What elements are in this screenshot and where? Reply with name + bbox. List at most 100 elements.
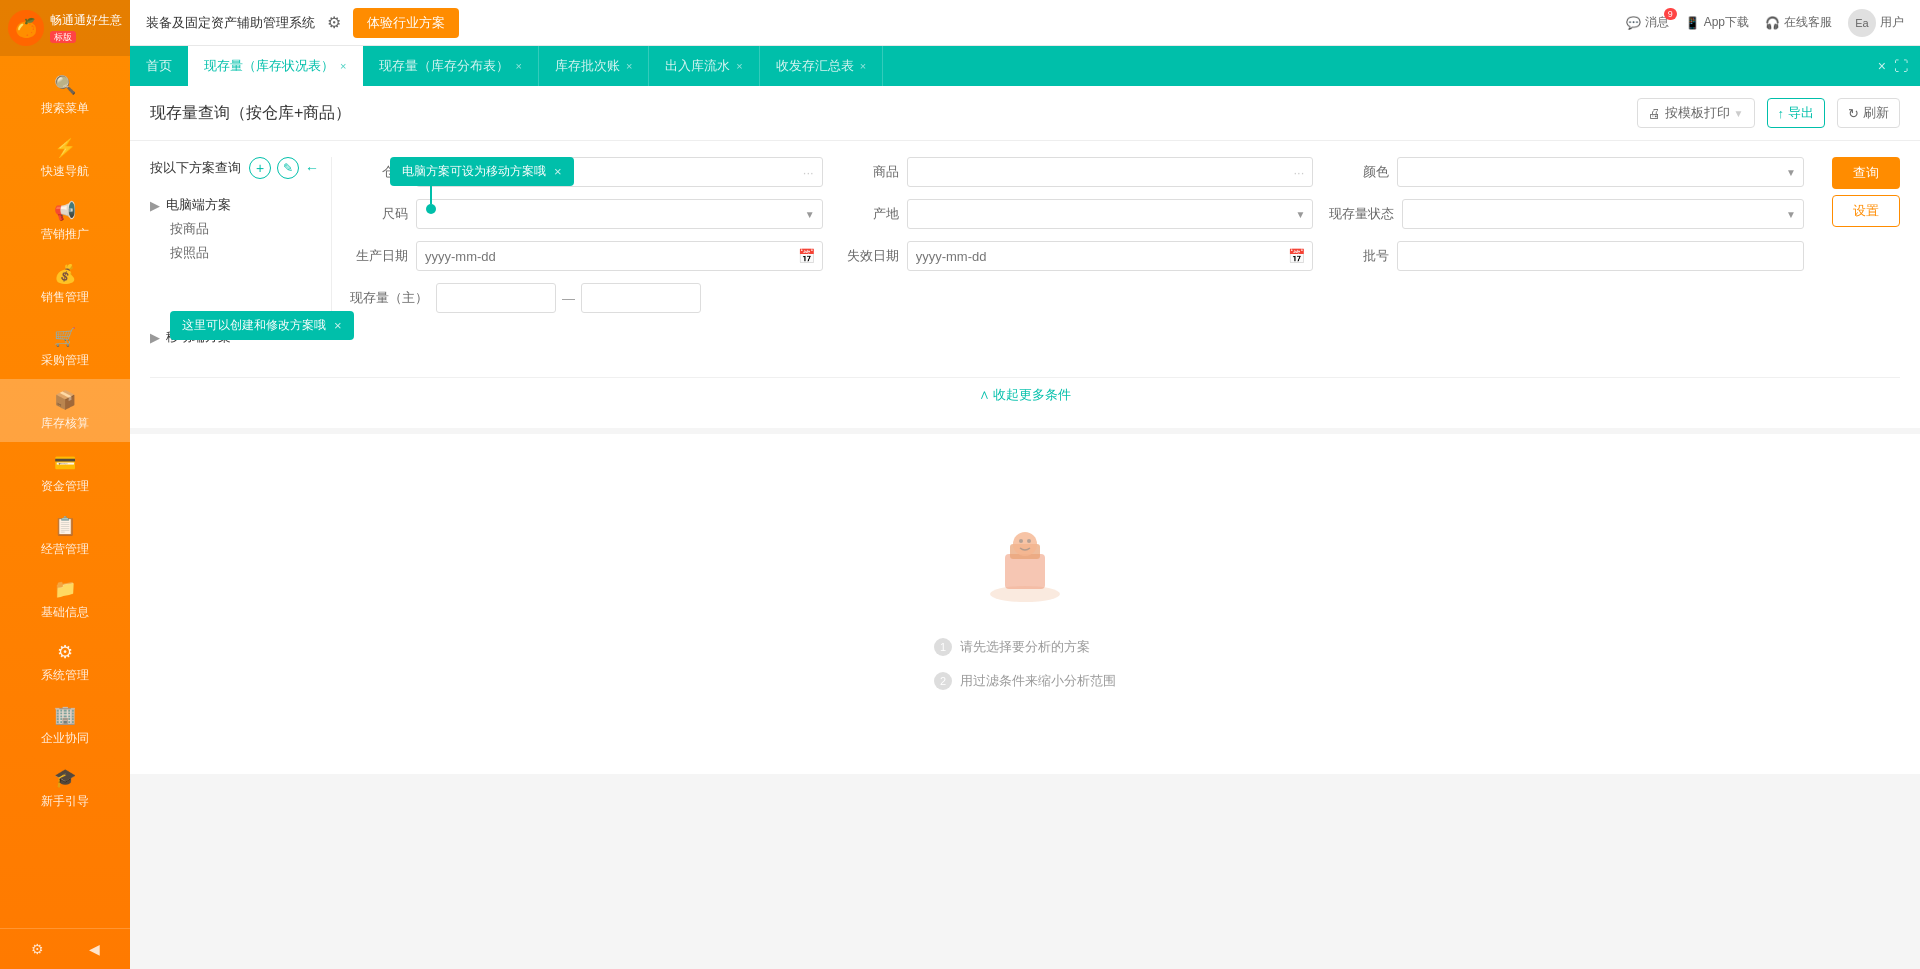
filter-field-batch: 批号	[1329, 241, 1804, 271]
hint-step-2: 2 用过滤条件来缩小分析范围	[934, 668, 1116, 694]
sidebar-item-quick-nav[interactable]: ⚡ 快速导航	[0, 127, 130, 190]
color-select[interactable]	[1397, 157, 1804, 187]
tab-inventory-status[interactable]: 现存量（库存状况表） ×	[188, 46, 363, 86]
hint-step-1: 1 请先选择要分析的方案	[934, 634, 1116, 660]
page-header-actions: 🖨 按模板打印 ▼ ↑ 导出 ↻ 刷新	[1637, 98, 1900, 128]
scheme-group-pc: ▶ 电脑端方案 按商品 按照品	[150, 193, 319, 265]
product-dots[interactable]: ···	[1293, 165, 1304, 180]
refresh-icon: ↻	[1848, 106, 1859, 121]
logo-text: 畅通通好生意 标版	[50, 12, 122, 45]
create-tooltip: 这里可以创建和修改方案哦 ×	[170, 311, 354, 340]
print-btn[interactable]: 🖨 按模板打印 ▼	[1637, 98, 1755, 128]
svg-point-3	[1013, 532, 1037, 556]
search-menu-icon: 🔍	[54, 74, 76, 96]
scheme-pc-toggle[interactable]: ▶	[150, 198, 160, 213]
tooltip2-close-btn[interactable]: ×	[334, 318, 342, 333]
filter-field-product: 商品 ···	[839, 157, 1314, 187]
system-icon: ⚙	[57, 641, 73, 663]
origin-select[interactable]	[907, 199, 1314, 229]
operation-icon: 📋	[54, 515, 76, 537]
inventory-amount-max[interactable]	[581, 283, 701, 313]
sidebar-item-operation[interactable]: 📋 经营管理	[0, 505, 130, 568]
sidebar-settings-btn[interactable]: ⚙	[31, 941, 44, 957]
marketing-icon: 📢	[54, 200, 76, 222]
export-btn[interactable]: ↑ 导出	[1767, 98, 1826, 128]
scheme-item-by-photo[interactable]: 按照品	[150, 241, 319, 265]
expiry-date-wrapper: 📅	[907, 241, 1314, 271]
system-title: 装备及固定资产辅助管理系统	[146, 14, 315, 32]
svg-point-5	[1027, 539, 1031, 543]
filter-field-prod-date: 生产日期 📅	[348, 241, 823, 271]
search-btn[interactable]: 查询	[1832, 157, 1900, 189]
sidebar-nav: 🔍 搜索菜单 ⚡ 快速导航 📢 营销推广 💰 销售管理 🛒 采购管理 📦 库存核…	[0, 56, 130, 928]
tooltip1-close-btn[interactable]: ×	[554, 164, 562, 179]
tab-home[interactable]: 首页	[130, 57, 188, 75]
tab-close-in-out-flow[interactable]: ×	[736, 60, 742, 72]
refresh-btn[interactable]: ↻ 刷新	[1837, 98, 1900, 128]
collapse-bar[interactable]: ∧ 收起更多条件	[150, 377, 1900, 412]
tab-in-out-flow[interactable]: 出入库流水 ×	[649, 46, 759, 86]
set-btn[interactable]: 设置	[1832, 195, 1900, 227]
filter-edit-btn[interactable]: ✎	[277, 157, 299, 179]
prod-date-wrapper: 📅	[416, 241, 823, 271]
tab-close-inventory-status[interactable]: ×	[340, 60, 346, 72]
origin-select-wrapper: ▼	[907, 199, 1314, 229]
product-input-wrapper[interactable]: ···	[907, 157, 1314, 187]
phone-icon: 📱	[1685, 16, 1700, 30]
empty-state: 1 请先选择要分析的方案 2 用过滤条件来缩小分析范围	[130, 434, 1920, 774]
notification-btn[interactable]: 💬 消息 9	[1626, 14, 1669, 31]
empty-hint: 1 请先选择要分析的方案 2 用过滤条件来缩小分析范围	[934, 634, 1116, 694]
sidebar-item-basic[interactable]: 📁 基础信息	[0, 568, 130, 631]
warehouse-dots[interactable]: ···	[803, 165, 814, 180]
empty-illustration	[975, 514, 1075, 614]
tab-inventory-dist[interactable]: 现存量（库存分布表） ×	[363, 46, 538, 86]
sidebar-item-guide[interactable]: 🎓 新手引导	[0, 757, 130, 820]
batch-input[interactable]	[1397, 241, 1804, 271]
user-btn[interactable]: Ea 用户	[1848, 9, 1904, 37]
tab-maximize-btn[interactable]: ⛶	[1894, 58, 1908, 74]
online-support-btn[interactable]: 🎧 在线客服	[1765, 14, 1832, 31]
expiry-date-input[interactable]	[907, 241, 1314, 271]
scheme-mobile-toggle[interactable]: ▶	[150, 330, 160, 345]
enterprise-icon: 🏢	[54, 704, 76, 726]
industry-btn[interactable]: 体验行业方案	[353, 8, 459, 38]
svg-point-4	[1019, 539, 1023, 543]
tab-close-receive-summary[interactable]: ×	[860, 60, 866, 72]
prod-date-input[interactable]	[416, 241, 823, 271]
sidebar-item-purchase[interactable]: 🛒 采购管理	[0, 316, 130, 379]
filter-field-expiry-date: 失效日期 📅	[839, 241, 1314, 271]
inventory-amount-min[interactable]	[436, 283, 556, 313]
filter-row-3: 生产日期 📅 失效日期 📅	[348, 241, 1804, 271]
sidebar-item-inventory[interactable]: 📦 库存核算	[0, 379, 130, 442]
scheme-item-by-product[interactable]: 按商品	[150, 217, 319, 241]
user-avatar: Ea	[1848, 9, 1876, 37]
filter-add-btn[interactable]: +	[249, 157, 271, 179]
sidebar-logo[interactable]: 🍊 畅通通好生意 标版	[0, 0, 130, 56]
tab-close-batch-account[interactable]: ×	[626, 60, 632, 72]
export-icon: ↑	[1778, 106, 1785, 121]
tab-close-all-btn[interactable]: ×	[1878, 58, 1886, 74]
sidebar-item-enterprise[interactable]: 🏢 企业协同	[0, 694, 130, 757]
sidebar-item-sales[interactable]: 💰 销售管理	[0, 253, 130, 316]
main-content: 装备及固定资产辅助管理系统 ⚙ 体验行业方案 💬 消息 9 📱 App下载 🎧 …	[130, 0, 1920, 969]
sales-icon: 💰	[54, 263, 76, 285]
sidebar-item-finance[interactable]: 💳 资金管理	[0, 442, 130, 505]
inventory-status-select[interactable]	[1402, 199, 1804, 229]
guide-icon: 🎓	[54, 767, 76, 789]
sidebar-item-system[interactable]: ⚙ 系统管理	[0, 631, 130, 694]
app-download-btn[interactable]: 📱 App下载	[1685, 14, 1749, 31]
basic-icon: 📁	[54, 578, 76, 600]
sidebar-item-search-menu[interactable]: 🔍 搜索菜单	[0, 64, 130, 127]
tab-batch-account[interactable]: 库存批次账 ×	[539, 46, 649, 86]
tab-close-inventory-dist[interactable]: ×	[515, 60, 521, 72]
filter-row-4: 现存量（主） —	[348, 283, 1804, 313]
tab-receive-summary[interactable]: 收发存汇总表 ×	[760, 46, 883, 86]
filter-field-inventory-status: 现存量状态 ▼	[1329, 199, 1804, 229]
sidebar-bottom: ⚙ ◀	[0, 928, 130, 969]
sidebar-item-marketing[interactable]: 📢 营销推广	[0, 190, 130, 253]
sidebar-collapse-btn[interactable]: ◀	[89, 941, 100, 957]
scheme-group-pc-header[interactable]: ▶ 电脑端方案	[150, 193, 319, 217]
filter-left-arrow-btn[interactable]: ←	[305, 160, 319, 176]
settings-icon[interactable]: ⚙	[327, 13, 341, 32]
scheme-list: ▶ 电脑端方案 按商品 按照品 这里可以创建和修改方案哦 ×	[150, 193, 319, 349]
